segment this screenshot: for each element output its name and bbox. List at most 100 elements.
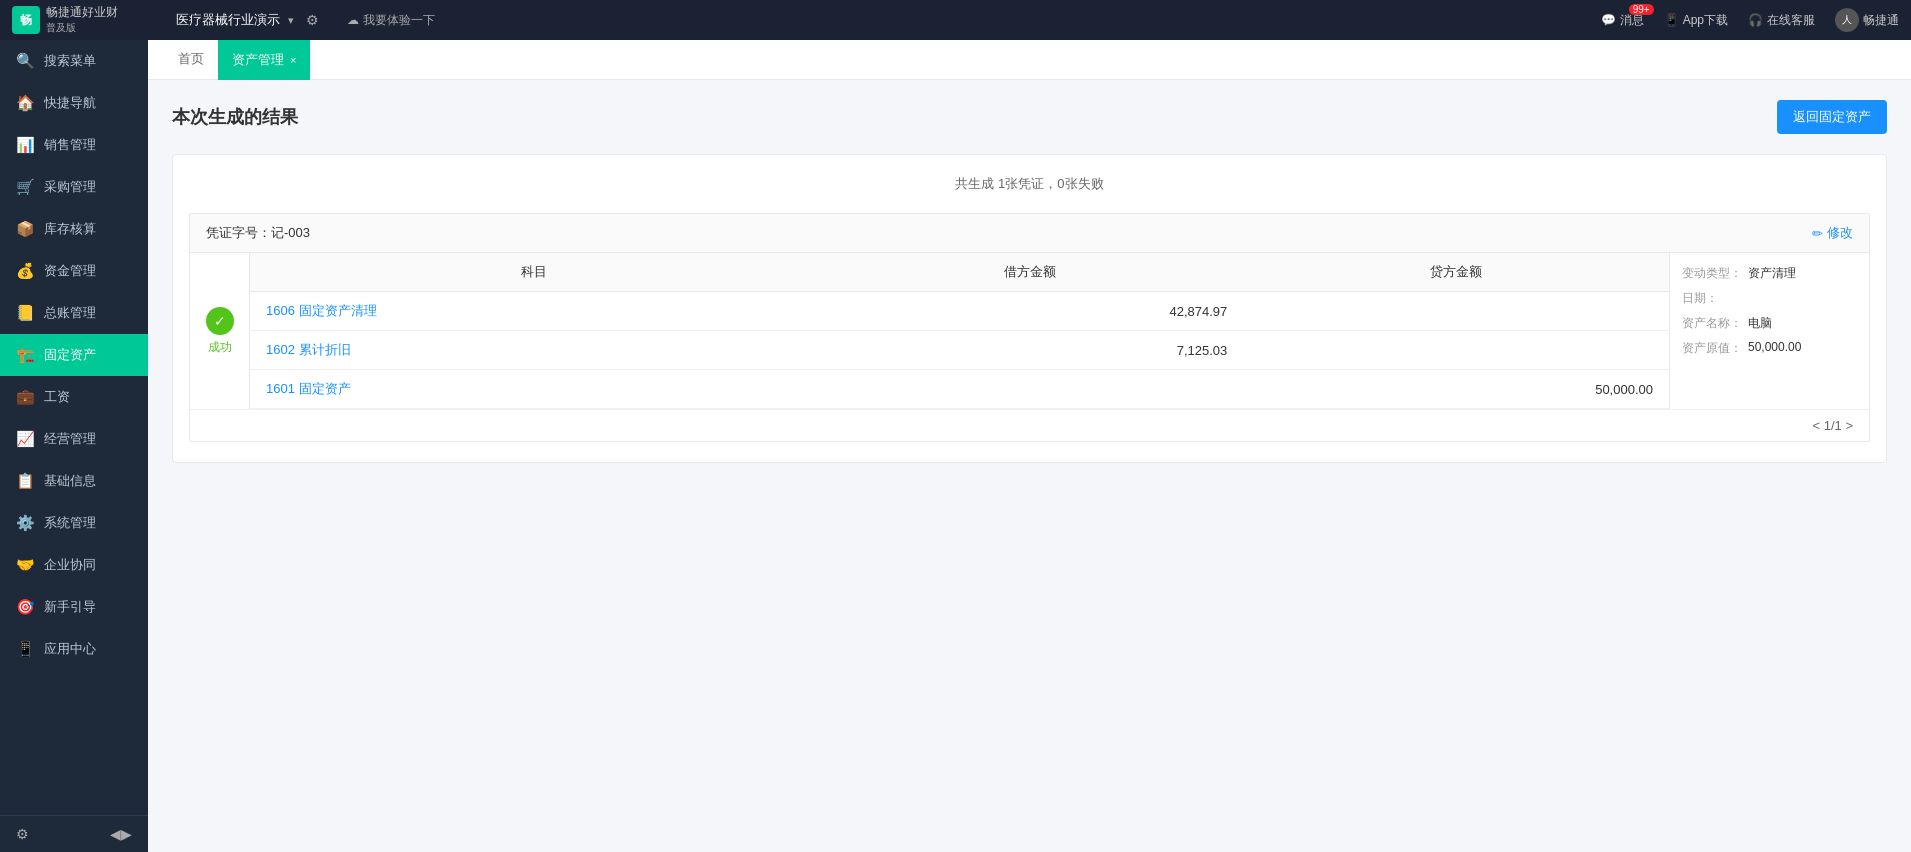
- row-credit-2: 50,000.00: [1243, 370, 1669, 409]
- voucher-table: 科目 借方金额 贷方金额 1606 固定资产清理 42,874.97 1602 …: [250, 253, 1669, 409]
- experience-btn[interactable]: ☁ 我要体验一下: [347, 12, 435, 29]
- payroll-label: 工资: [44, 388, 70, 406]
- payroll-icon: 💼: [16, 388, 34, 406]
- logo-subtitle: 普及版: [46, 21, 118, 35]
- row-debit-0: 42,874.97: [818, 292, 1244, 331]
- logo-icon: 畅: [12, 6, 40, 34]
- tab-asset-label: 资产管理: [232, 51, 284, 69]
- asset-name-label: 资产名称：: [1682, 315, 1742, 332]
- sidebar-item-basic-info[interactable]: 📋 基础信息: [0, 460, 148, 502]
- voucher-section: 凭证字号：记-003 ✏ 修改 ✓ 成功: [189, 213, 1870, 442]
- app-center-icon: 📱: [16, 640, 34, 658]
- company-dropdown-icon[interactable]: ▾: [288, 14, 294, 27]
- date-label: 日期：: [1682, 290, 1718, 307]
- sidebar-item-search[interactable]: 🔍搜索菜单: [0, 40, 148, 82]
- basic-info-icon: 📋: [16, 472, 34, 490]
- app-logo: 畅 畅捷通好业财 普及版: [12, 5, 160, 35]
- funds-icon: 💰: [16, 262, 34, 280]
- result-card: 共生成 1张凭证，0张失败 凭证字号：记-003 ✏ 修改: [172, 154, 1887, 463]
- app-download-btn[interactable]: 📱 App下载: [1664, 12, 1728, 29]
- summary-text: 共生成 1张凭证，0张失败: [955, 176, 1103, 191]
- enterprise-label: 企业协同: [44, 556, 96, 574]
- result-summary: 共生成 1张凭证，0张失败: [173, 155, 1886, 213]
- guide-icon: 🎯: [16, 598, 34, 616]
- asset-name-val: 电脑: [1748, 315, 1772, 332]
- return-button[interactable]: 返回固定资产: [1777, 100, 1887, 134]
- topbar: 畅 畅捷通好业财 普及版 医疗器械行业演示 ▾ ⚙ ☁ 我要体验一下 💬 消息 …: [0, 0, 1911, 40]
- tabbar: 首页 资产管理 ×: [148, 40, 1911, 80]
- change-type-val: 资产清理: [1748, 265, 1796, 282]
- online-service-btn[interactable]: 🎧 在线客服: [1748, 12, 1815, 29]
- sidebar-item-payroll[interactable]: 💼 工资: [0, 376, 148, 418]
- edit-label: 修改: [1827, 224, 1853, 242]
- asset-value-label: 资产原值：: [1682, 340, 1742, 357]
- sidebar-items: 🔍搜索菜单🏠快捷导航📊销售管理 🛒 采购管理 📦库存核算 💰 资金管理 📒总账管理🏗️固定资…: [0, 40, 148, 670]
- operations-label: 经营管理: [44, 430, 96, 448]
- inventory-label: 库存核算: [44, 220, 96, 238]
- sidebar-item-quick-nav[interactable]: 🏠快捷导航: [0, 82, 148, 124]
- table-row: 1606 固定资产清理 42,874.97: [250, 292, 1669, 331]
- sidebar-item-fixed-assets[interactable]: 🏗️固定资产: [0, 334, 148, 376]
- sidebar-item-inventory[interactable]: 📦库存核算: [0, 208, 148, 250]
- sidebar-item-app-center[interactable]: 📱应用中心: [0, 628, 148, 670]
- sidebar-item-guide[interactable]: 🎯新手引导: [0, 586, 148, 628]
- basic-info-label: 基础信息: [44, 472, 96, 490]
- page-title-row: 本次生成的结果 返回固定资产: [172, 100, 1887, 134]
- quick-nav-label: 快捷导航: [44, 94, 96, 112]
- logo-text-block: 畅捷通好业财 普及版: [46, 5, 118, 35]
- col-debit-header: 借方金额: [818, 253, 1244, 292]
- operations-icon: 📈: [16, 430, 34, 448]
- company-name[interactable]: 医疗器械行业演示: [176, 11, 280, 29]
- collapse-icon[interactable]: ◀▶: [110, 826, 132, 842]
- system-label: 系统管理: [44, 514, 96, 532]
- sales-icon: 📊: [16, 136, 34, 154]
- sidebar-item-system[interactable]: ⚙️系统管理: [0, 502, 148, 544]
- voucher-edit-btn[interactable]: ✏ 修改: [1812, 224, 1853, 242]
- settings-bottom-icon[interactable]: ⚙: [16, 826, 29, 842]
- row-debit-1: 7,125.03: [818, 331, 1244, 370]
- sidebar-item-enterprise[interactable]: 🤝 企业协同: [0, 544, 148, 586]
- sidebar-item-purchase[interactable]: 🛒 采购管理: [0, 166, 148, 208]
- voucher-body: ✓ 成功 科目 借方金额 贷方金额: [190, 253, 1869, 409]
- sidebar-item-sales[interactable]: 📊销售管理: [0, 124, 148, 166]
- cloud-icon: ☁: [347, 13, 359, 27]
- asset-value-val: 50,000.00: [1748, 340, 1801, 357]
- avatar: 人: [1835, 8, 1859, 32]
- ledger-label: 总账管理: [44, 304, 96, 322]
- pagination-text[interactable]: < 1/1 >: [1813, 418, 1853, 433]
- table-row: 1602 累计折旧 7,125.03: [250, 331, 1669, 370]
- tab-home[interactable]: 首页: [164, 40, 218, 80]
- settings-icon[interactable]: ⚙: [306, 12, 319, 28]
- table-row: 1601 固定资产 50,000.00: [250, 370, 1669, 409]
- col-credit-header: 贷方金额: [1243, 253, 1669, 292]
- enterprise-icon: 🤝: [16, 556, 34, 574]
- voucher-number: 凭证字号：记-003: [206, 224, 310, 242]
- messages-btn[interactable]: 💬 消息 99+: [1601, 12, 1644, 29]
- edit-icon: ✏: [1812, 226, 1823, 241]
- user-btn[interactable]: 人 畅捷通: [1835, 8, 1899, 32]
- sidebar-bottom: ⚙ ◀▶: [0, 815, 148, 852]
- sidebar-item-ledger[interactable]: 📒总账管理: [0, 292, 148, 334]
- info-change-type: 变动类型： 资产清理: [1682, 265, 1857, 282]
- content-area: 首页 资产管理 × 本次生成的结果 返回固定资产 共生成 1张凭证，0张失败: [148, 40, 1911, 852]
- tab-close-icon[interactable]: ×: [290, 54, 296, 66]
- row-subject-1: 1602 累计折旧: [250, 331, 818, 370]
- search-label: 搜索菜单: [44, 52, 96, 70]
- funds-label: 资金管理: [44, 262, 96, 280]
- info-date: 日期：: [1682, 290, 1857, 307]
- sidebar-item-funds[interactable]: 💰 资金管理: [0, 250, 148, 292]
- tab-asset-management[interactable]: 资产管理 ×: [218, 40, 310, 80]
- sidebar-item-operations[interactable]: 📈 经营管理: [0, 418, 148, 460]
- online-service-label: 在线客服: [1767, 12, 1815, 29]
- messages-badge: 99+: [1629, 4, 1654, 15]
- info-asset-value: 资产原值： 50,000.00: [1682, 340, 1857, 357]
- main-layout: 🔍搜索菜单🏠快捷导航📊销售管理 🛒 采购管理 📦库存核算 💰 资金管理 📒总账管理🏗️固定资…: [0, 40, 1911, 852]
- voucher-header: 凭证字号：记-003 ✏ 修改: [190, 214, 1869, 253]
- row-subject-0: 1606 固定资产清理: [250, 292, 818, 331]
- phone-icon: 📱: [1664, 13, 1679, 27]
- purchase-label: 采购管理: [44, 178, 96, 196]
- tab-home-label: 首页: [178, 50, 204, 68]
- voucher-info-panel: 变动类型： 资产清理 日期： 资产名称： 电脑: [1669, 253, 1869, 409]
- row-debit-2: [818, 370, 1244, 409]
- purchase-icon: 🛒: [16, 178, 34, 196]
